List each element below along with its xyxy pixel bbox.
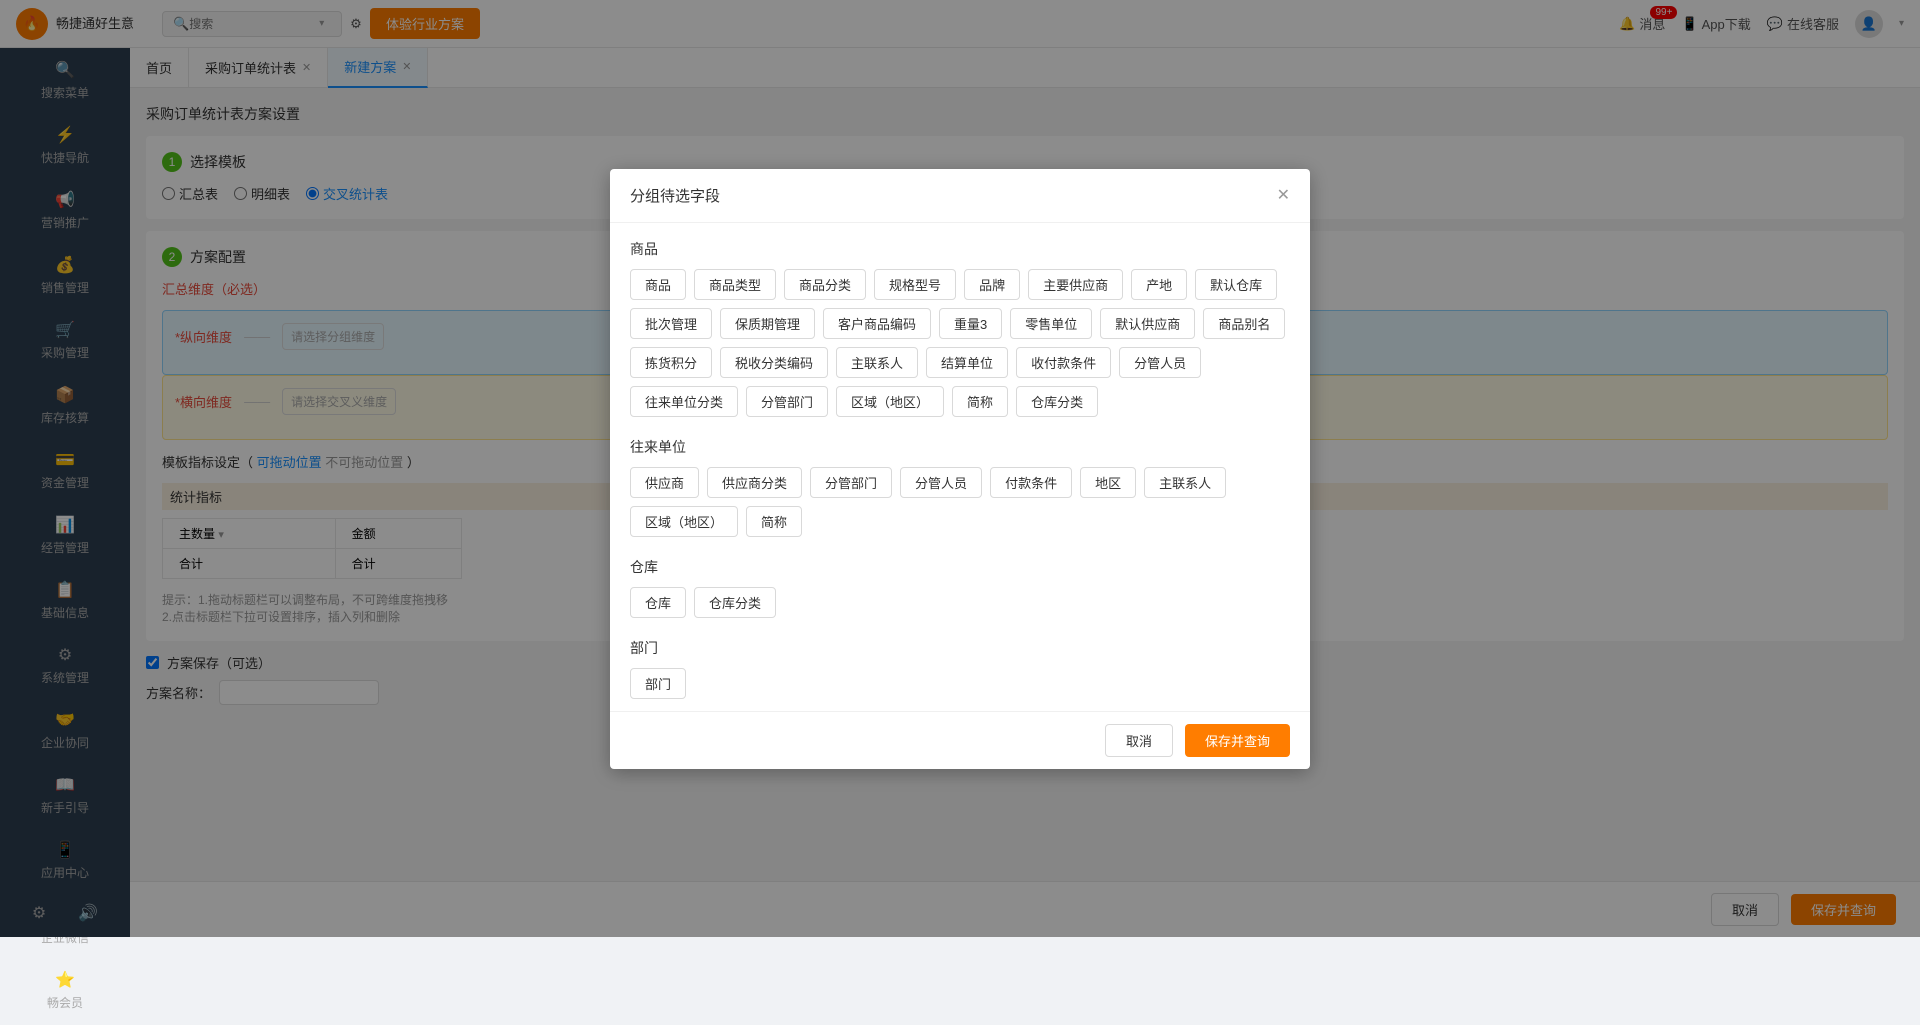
section-department-title: 部门 (630, 638, 1290, 658)
tag-product-type[interactable]: 商品类型 (694, 269, 776, 300)
section-product-tags: 商品 商品类型 商品分类 规格型号 品牌 主要供应商 产地 默认仓库 批次管理 … (630, 269, 1290, 417)
tag-main-contact[interactable]: 主联系人 (836, 347, 918, 378)
tag-warehouse-category[interactable]: 仓库分类 (694, 587, 776, 618)
section-department: 部门 部门 (630, 638, 1290, 699)
tag-warehouse-category-product[interactable]: 仓库分类 (1016, 386, 1098, 417)
section-warehouse: 仓库 仓库 仓库分类 (630, 557, 1290, 618)
tag-region-counterpart[interactable]: 区域（地区） (630, 506, 738, 537)
tag-supervisor-staff[interactable]: 分管人员 (1119, 347, 1201, 378)
modal-footer: 取消 保存并查询 (610, 711, 1310, 769)
tag-main-supplier[interactable]: 主要供应商 (1028, 269, 1123, 300)
tag-payment-terms-counterpart[interactable]: 付款条件 (990, 467, 1072, 498)
tag-dept-counterpart[interactable]: 分管部门 (810, 467, 892, 498)
tag-main-contact-counterpart[interactable]: 主联系人 (1144, 467, 1226, 498)
modal-confirm-button[interactable]: 保存并查询 (1185, 724, 1290, 757)
section-product-title: 商品 (630, 239, 1290, 259)
tag-short-name-product[interactable]: 简称 (952, 386, 1008, 417)
tag-product-alias[interactable]: 商品别名 (1203, 308, 1285, 339)
tag-batch-mgmt[interactable]: 批次管理 (630, 308, 712, 339)
modal-close-button[interactable]: ✕ (1277, 185, 1290, 205)
tag-product[interactable]: 商品 (630, 269, 686, 300)
tag-product-category[interactable]: 商品分类 (784, 269, 866, 300)
modal-overlay: 分组待选字段 ✕ 商品 商品 商品类型 商品分类 规格型号 品牌 主要供应商 产… (0, 0, 1920, 937)
tag-department[interactable]: 部门 (630, 668, 686, 699)
tag-supplier-category[interactable]: 供应商分类 (707, 467, 802, 498)
tag-origin[interactable]: 产地 (1131, 269, 1187, 300)
tag-spec-model[interactable]: 规格型号 (874, 269, 956, 300)
modal-title: 分组待选字段 (630, 185, 720, 206)
section-counterpart-title: 往来单位 (630, 437, 1290, 457)
tag-pick-score[interactable]: 拣货积分 (630, 347, 712, 378)
tag-area-counterpart[interactable]: 地区 (1080, 467, 1136, 498)
section-warehouse-title: 仓库 (630, 557, 1290, 577)
tag-default-warehouse[interactable]: 默认仓库 (1195, 269, 1277, 300)
tag-counterpart-category[interactable]: 往来单位分类 (630, 386, 738, 417)
tag-payment-terms[interactable]: 收付款条件 (1016, 347, 1111, 378)
tag-staff-counterpart[interactable]: 分管人员 (900, 467, 982, 498)
tag-supervisor-dept[interactable]: 分管部门 (746, 386, 828, 417)
section-warehouse-tags: 仓库 仓库分类 (630, 587, 1290, 618)
tag-short-name-counterpart[interactable]: 简称 (746, 506, 802, 537)
modal-header: 分组待选字段 ✕ (610, 169, 1310, 223)
tag-region-product[interactable]: 区域（地区） (836, 386, 944, 417)
tag-warehouse[interactable]: 仓库 (630, 587, 686, 618)
tag-settlement-unit[interactable]: 结算单位 (926, 347, 1008, 378)
tag-customer-product-code[interactable]: 客户商品编码 (823, 308, 931, 339)
tag-tax-category[interactable]: 税收分类编码 (720, 347, 828, 378)
modal-cancel-button[interactable]: 取消 (1105, 724, 1173, 757)
tag-retail-unit[interactable]: 零售单位 (1010, 308, 1092, 339)
section-product: 商品 商品 商品类型 商品分类 规格型号 品牌 主要供应商 产地 默认仓库 批次… (630, 239, 1290, 417)
section-department-tags: 部门 (630, 668, 1290, 699)
section-counterpart: 往来单位 供应商 供应商分类 分管部门 分管人员 付款条件 地区 主联系人 区域… (630, 437, 1290, 537)
tag-brand[interactable]: 品牌 (964, 269, 1020, 300)
modal-body: 商品 商品 商品类型 商品分类 规格型号 品牌 主要供应商 产地 默认仓库 批次… (610, 223, 1310, 711)
tag-shelf-life[interactable]: 保质期管理 (720, 308, 815, 339)
field-select-modal: 分组待选字段 ✕ 商品 商品 商品类型 商品分类 规格型号 品牌 主要供应商 产… (610, 169, 1310, 769)
tag-weight3[interactable]: 重量3 (939, 308, 1002, 339)
tag-supplier[interactable]: 供应商 (630, 467, 699, 498)
tag-default-supplier[interactable]: 默认供应商 (1100, 308, 1195, 339)
section-counterpart-tags: 供应商 供应商分类 分管部门 分管人员 付款条件 地区 主联系人 区域（地区） … (630, 467, 1290, 537)
